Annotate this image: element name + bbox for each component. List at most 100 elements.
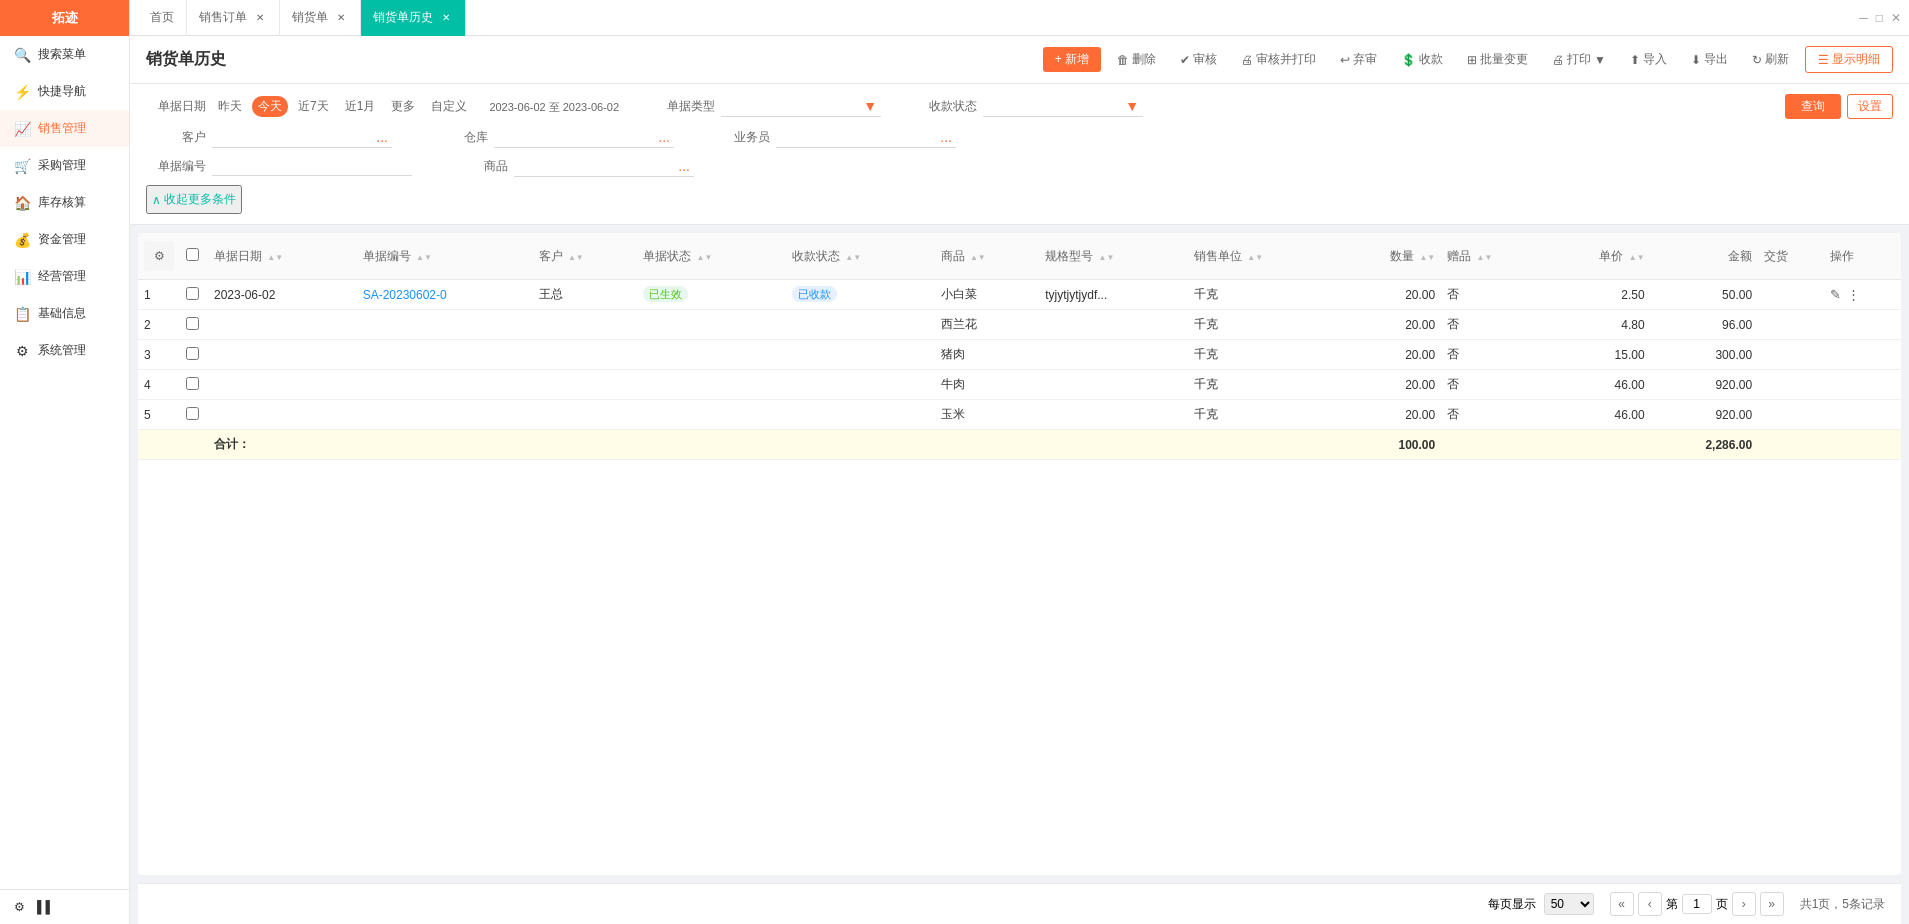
quantity-sort-icon[interactable]: ▲▼ [1419, 253, 1435, 262]
tab-sales-goods[interactable]: 销货单 ✕ [280, 0, 361, 36]
display-button[interactable]: ☰ 显示明细 [1805, 46, 1893, 73]
audit-button[interactable]: ✔ 审核 [1172, 47, 1225, 72]
row-checkbox[interactable] [186, 407, 199, 420]
prev-page-btn[interactable]: ‹ [1638, 892, 1662, 916]
export-button[interactable]: ⬇ 导出 [1683, 47, 1736, 72]
customer-select[interactable]: ... [212, 127, 392, 148]
cell-gift: 否 [1441, 310, 1546, 340]
type-select[interactable]: ▼ [721, 96, 881, 117]
import-button[interactable]: ⬆ 导入 [1622, 47, 1675, 72]
goods-dots: ... [678, 158, 690, 174]
customer-sort-icon[interactable]: ▲▼ [568, 253, 584, 262]
tab-sales-order[interactable]: 销售订单 ✕ [187, 0, 280, 36]
refresh-button[interactable]: ↻ 刷新 [1744, 47, 1797, 72]
row-checkbox[interactable] [186, 317, 199, 330]
sidebar-item-system[interactable]: ⚙ 系统管理 [0, 332, 129, 369]
summary-end-spacer [1758, 430, 1901, 460]
date-1month-btn[interactable]: 近1月 [339, 96, 382, 117]
sidebar-item-search[interactable]: 🔍 搜索菜单 [0, 36, 129, 73]
payment-sort-icon[interactable]: ▲▼ [845, 253, 861, 262]
table-row: 3 猪肉 千克 20.00 否 15.00 300.00 [138, 340, 1901, 370]
cell-checkbox[interactable] [180, 310, 208, 340]
sidebar-item-finance[interactable]: 💰 资金管理 [0, 221, 129, 258]
delete-button[interactable]: 🗑 删除 [1109, 47, 1164, 72]
date-sort-icon[interactable]: ▲▼ [267, 253, 283, 262]
date-yesterday-btn[interactable]: 昨天 [212, 96, 248, 117]
cell-goods: 西兰花 [935, 310, 1040, 340]
page-number-input[interactable] [1682, 894, 1712, 914]
goods-sort-icon[interactable]: ▲▼ [970, 253, 986, 262]
query-button[interactable]: 查询 [1785, 94, 1841, 119]
collect-button[interactable]: 💲 收款 [1393, 47, 1451, 72]
sidebar-item-baseinfo[interactable]: 📋 基础信息 [0, 295, 129, 332]
date-custom-btn[interactable]: 自定义 [425, 96, 473, 117]
sidebar-item-operation[interactable]: 📊 经营管理 [0, 258, 129, 295]
status-sort-icon[interactable]: ▲▼ [697, 253, 713, 262]
goods-select[interactable]: ... [514, 156, 694, 177]
last-page-btn[interactable]: » [1760, 892, 1784, 916]
date-more-btn[interactable]: 更多 [385, 96, 421, 117]
batch-change-button[interactable]: ⊞ 批量变更 [1459, 47, 1536, 72]
more-action-btn[interactable]: ⋮ [1847, 287, 1860, 302]
spec-sort-icon[interactable]: ▲▼ [1099, 253, 1115, 262]
sidebar-item-extra1[interactable]: ⚙ ▐▐ [0, 890, 129, 924]
unit-sort-icon[interactable]: ▲▼ [1247, 253, 1263, 262]
abandon-button[interactable]: ↩ 弃审 [1332, 47, 1385, 72]
per-page-select[interactable]: 50 [1544, 893, 1594, 915]
date-today-btn[interactable]: 今天 [252, 96, 288, 117]
col-gear[interactable]: ⚙ [138, 233, 180, 280]
sidebar-item-purchase[interactable]: 🛒 采购管理 [0, 147, 129, 184]
tab-home[interactable]: 首页 [138, 0, 187, 36]
cell-price: 46.00 [1546, 400, 1651, 430]
edit-action-btn[interactable]: ✎ [1830, 287, 1841, 302]
warehouse-select[interactable]: ... [494, 127, 674, 148]
sidebar-item-quicknav[interactable]: ⚡ 快捷导航 [0, 73, 129, 110]
payment-select[interactable]: ▼ [983, 96, 1143, 117]
first-page-btn[interactable]: « [1610, 892, 1634, 916]
cell-checkbox[interactable] [180, 340, 208, 370]
cell-date [208, 400, 357, 430]
tab-sales-order-close[interactable]: ✕ [253, 11, 267, 25]
audit-print-button[interactable]: 🖨 审核并打印 [1233, 47, 1324, 72]
settings-button[interactable]: 设置 [1847, 94, 1893, 119]
filter-item-salesperson: 业务员 ... [710, 127, 956, 148]
cell-checkbox[interactable] [180, 370, 208, 400]
salesperson-label: 业务员 [710, 129, 770, 146]
tabs-minimize-icon[interactable]: ─ [1859, 11, 1868, 25]
ordernumber-input[interactable] [212, 157, 412, 176]
gift-sort-icon[interactable]: ▲▼ [1477, 253, 1493, 262]
collapse-button[interactable]: ∧ 收起更多条件 [146, 185, 242, 214]
col-number-header: 单据编号 ▲▼ [357, 233, 533, 280]
next-page-btn[interactable]: › [1732, 892, 1756, 916]
print-button[interactable]: 🖨 打印 ▼ [1544, 47, 1614, 72]
tabs-bar: 首页 销售订单 ✕ 销货单 ✕ 销货单历史 ✕ ─ □ ✕ [130, 0, 1909, 36]
sidebar-item-sales[interactable]: 📈 销售管理 [0, 110, 129, 147]
tab-sales-goods-close[interactable]: ✕ [334, 11, 348, 25]
tab-sales-history[interactable]: 销货单历史 ✕ [361, 0, 466, 36]
sidebar-item-inventory[interactable]: 🏠 库存核算 [0, 184, 129, 221]
select-all-checkbox[interactable] [186, 248, 199, 261]
customer-label: 客户 [146, 129, 206, 146]
col-checkbox[interactable] [180, 233, 208, 280]
row-checkbox[interactable] [186, 287, 199, 300]
data-table: ⚙ 单据日期 ▲▼ 单据编号 ▲▼ [138, 233, 1901, 460]
price-sort-icon[interactable]: ▲▼ [1629, 253, 1645, 262]
audit-print-icon: 🖨 [1241, 53, 1253, 67]
row-checkbox[interactable] [186, 347, 199, 360]
cell-checkbox[interactable] [180, 400, 208, 430]
number-sort-icon[interactable]: ▲▼ [416, 253, 432, 262]
order-number-link[interactable]: SA-20230602-0 [363, 288, 447, 302]
table-gear-icon[interactable]: ⚙ [144, 241, 174, 271]
col-payment-header: 收款状态 ▲▼ [786, 233, 935, 280]
cell-quantity: 20.00 [1337, 340, 1442, 370]
cell-payment [786, 310, 935, 340]
new-button[interactable]: + 新增 [1043, 47, 1101, 72]
date-7days-btn[interactable]: 近7天 [292, 96, 335, 117]
tabs-maximize-icon[interactable]: □ [1876, 11, 1883, 25]
cell-number [357, 340, 533, 370]
tabs-close-icon[interactable]: ✕ [1891, 11, 1901, 25]
tab-sales-history-close[interactable]: ✕ [439, 11, 453, 25]
salesperson-select[interactable]: ... [776, 127, 956, 148]
cell-checkbox[interactable] [180, 280, 208, 310]
row-checkbox[interactable] [186, 377, 199, 390]
